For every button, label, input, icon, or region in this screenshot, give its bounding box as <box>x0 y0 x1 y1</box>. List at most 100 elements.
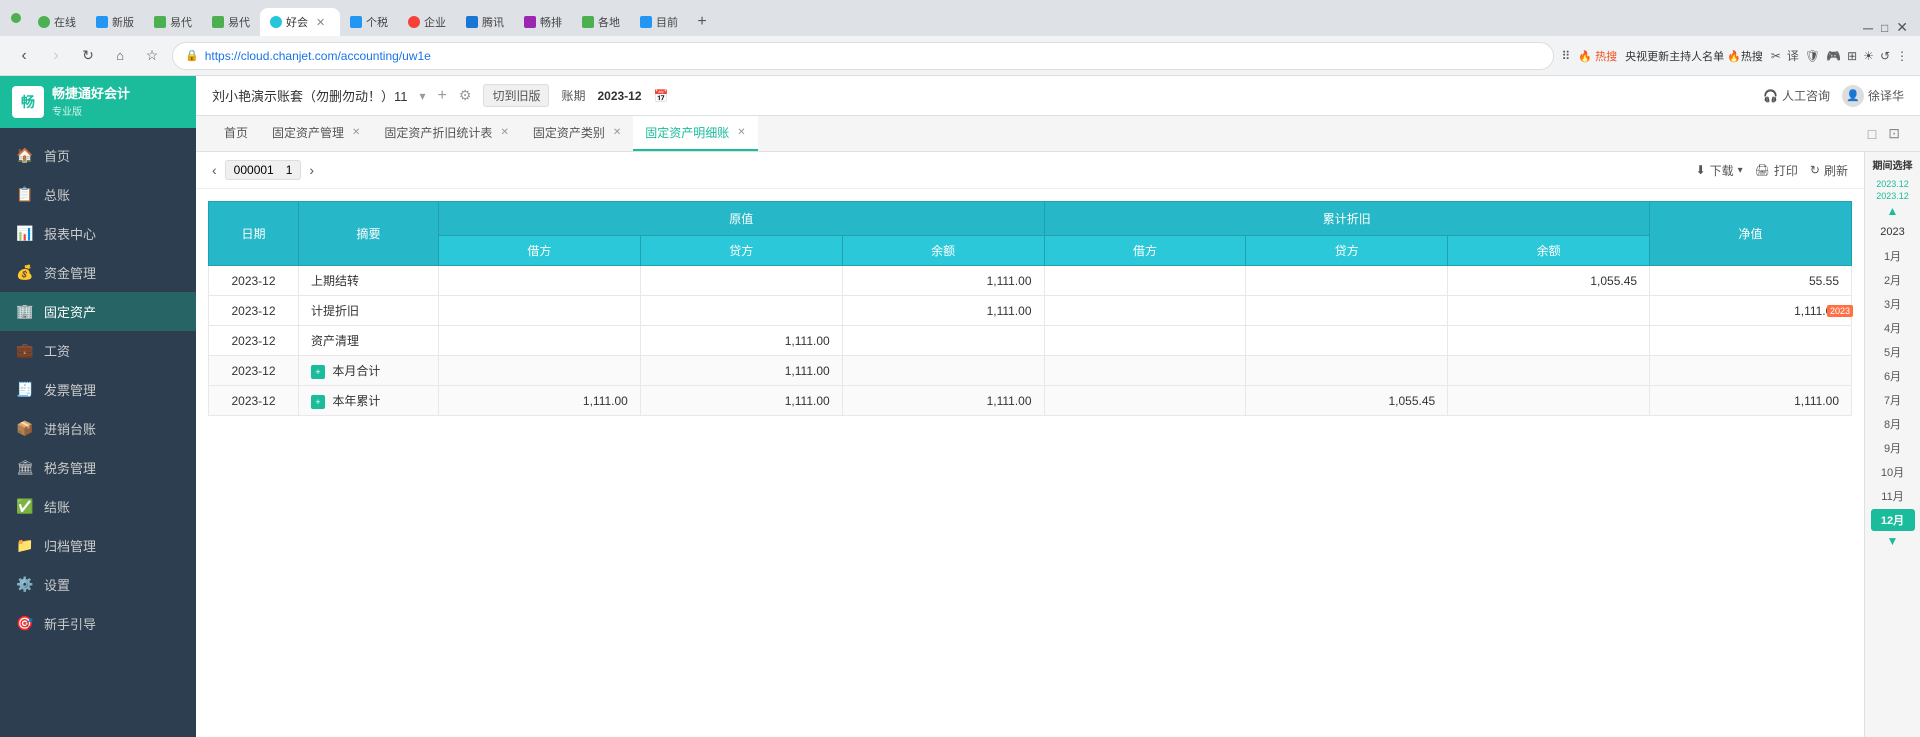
tab-collapse-button[interactable]: □ <box>1864 126 1880 142</box>
tab-close-depr-icon[interactable]: ✕ <box>500 127 508 138</box>
payroll-icon: 💼 <box>16 342 34 360</box>
home-button[interactable]: ⌂ <box>108 44 132 68</box>
scissors-icon[interactable]: ✂ <box>1771 49 1781 63</box>
period-item-year[interactable]: 2023 <box>1871 221 1915 243</box>
browser-tab-gedi[interactable]: 各地 <box>572 8 630 36</box>
sidebar-item-tax[interactable]: 🏛 税务管理 <box>0 448 196 487</box>
sidebar-title: 畅捷通好会计 <box>52 86 130 103</box>
add-company-button[interactable]: + <box>438 87 447 105</box>
period-item-jun[interactable]: 6月 <box>1871 365 1915 387</box>
consult-button[interactable]: 🎧 人工咨询 <box>1763 87 1830 104</box>
tab-close-mgmt-icon[interactable]: ✕ <box>352 127 360 138</box>
tab-depreciation-stats[interactable]: 固定资产折旧统计表 ✕ <box>372 116 520 151</box>
period-item-dec[interactable]: 12月 <box>1871 509 1915 531</box>
sidebar-item-inventory[interactable]: 📦 进销台账 <box>0 409 196 448</box>
sidebar-item-archive[interactable]: 📁 归档管理 <box>0 526 196 565</box>
browser-tab-tax[interactable]: 个税 <box>340 8 398 36</box>
settings-gear-icon: ⚙️ <box>16 576 34 594</box>
user-icon: 👤 <box>1842 85 1864 107</box>
period-selected-top: 2023.12 <box>1874 178 1911 190</box>
browser-tab-chang[interactable]: 畅排 <box>514 8 572 36</box>
period-item-may[interactable]: 5月 <box>1871 341 1915 363</box>
browser-tab-mubiao[interactable]: 目前 <box>630 8 688 36</box>
user-avatar[interactable]: 👤 徐译华 <box>1842 85 1904 107</box>
sidebar-item-payroll[interactable]: 💼 工资 <box>0 331 196 370</box>
sidebar-item-home[interactable]: 🏠 首页 <box>0 136 196 175</box>
assets-icon: 🏢 <box>16 303 34 321</box>
history-icon[interactable]: ↺ <box>1880 49 1890 63</box>
reload-button[interactable]: ↻ <box>76 44 100 68</box>
print-button[interactable]: 🖨 打印 <box>1755 162 1798 179</box>
prev-page-button[interactable]: ‹ <box>212 162 217 178</box>
period-item-feb[interactable]: 2月 <box>1871 269 1915 291</box>
bookmark-button[interactable]: ☆ <box>140 44 164 68</box>
th-date: 日期 <box>209 202 299 266</box>
browser-tab-yidai1[interactable]: 易代 <box>144 8 202 36</box>
sun-icon[interactable]: ☀ <box>1863 49 1874 63</box>
th-orig-balance: 余额 <box>842 236 1044 266</box>
refresh-button[interactable]: ↻ 刷新 <box>1810 162 1848 179</box>
browser-tab-tencent[interactable]: 腾讯 <box>456 8 514 36</box>
invoice-icon: 🧾 <box>16 381 34 399</box>
tab-asset-category[interactable]: 固定资产类别 ✕ <box>521 116 633 151</box>
period-scroll-up[interactable]: ▲ <box>1885 202 1901 220</box>
browser-tab-enterprise[interactable]: 企业 <box>398 8 456 36</box>
browser-tab-yidai2[interactable]: 易代 <box>202 8 260 36</box>
th-accumulated-dep: 累计折旧 <box>1044 202 1650 236</box>
game-icon[interactable]: 🎮 <box>1826 49 1841 63</box>
maximize-button[interactable]: □ <box>1881 21 1888 35</box>
period-item-aug[interactable]: 8月 <box>1871 413 1915 435</box>
sidebar-item-guide[interactable]: 🎯 新手引导 <box>0 604 196 643</box>
browser-menu-button[interactable]: ⠿ 🔥 热搜 央视更新主持人名单 🔥热搜 <box>1562 48 1763 64</box>
grid-icon[interactable]: ⊞ <box>1847 49 1857 63</box>
browser-tab-active[interactable]: 好会 ✕ <box>260 8 340 36</box>
sidebar-item-reports[interactable]: 📊 报表中心 <box>0 214 196 253</box>
th-dep-debit: 借方 <box>1044 236 1246 266</box>
table-row-annual: 2023-12 + 本年累计 1,111.00 1,111.00 1,111.0… <box>209 386 1852 416</box>
inventory-icon: 📦 <box>16 420 34 438</box>
address-bar[interactable]: 🔒 https://cloud.chanjet.com/accounting/u… <box>172 42 1554 70</box>
settings-button[interactable]: ⚙ <box>459 87 472 104</box>
period-scroll-down[interactable]: ▼ <box>1885 532 1901 550</box>
browser-tab-online[interactable]: 在线 <box>28 8 86 36</box>
period-item-sep[interactable]: 9月 <box>1871 437 1915 459</box>
tab-asset-ledger[interactable]: 固定资产明细账 ✕ <box>633 116 757 151</box>
tab-home[interactable]: 首页 <box>212 116 260 151</box>
forward-button[interactable]: › <box>44 44 68 68</box>
page-number-input[interactable]: 000001 1 <box>225 160 302 180</box>
period-item-apr[interactable]: 4月 <box>1871 317 1915 339</box>
translate-icon[interactable]: 译 <box>1787 47 1799 64</box>
new-tab-button[interactable]: + <box>688 8 716 36</box>
period-item-mar[interactable]: 3月 <box>1871 293 1915 315</box>
table-row-summary: 2023-12 + 本月合计 1,111.00 <box>209 356 1852 386</box>
calendar-icon[interactable]: 📅 <box>654 89 669 103</box>
switch-version-button[interactable]: 切到旧版 <box>483 84 549 107</box>
tab-fixed-asset-mgmt[interactable]: 固定资产管理 ✕ <box>260 116 372 151</box>
download-dropdown-icon[interactable]: ▾ <box>1738 165 1743 176</box>
settings-icon[interactable]: ⋮ <box>1896 49 1908 63</box>
period-item-jan[interactable]: 1月 <box>1871 245 1915 267</box>
year-badge: 2023 <box>1827 305 1853 317</box>
shield-icon[interactable]: 🛡 <box>1805 49 1820 63</box>
period-item-jul[interactable]: 7月 <box>1871 389 1915 411</box>
minimize-button[interactable]: ─ <box>1863 20 1873 36</box>
sidebar-item-settings[interactable]: ⚙️ 设置 <box>0 565 196 604</box>
tab-close-ledger-icon[interactable]: ✕ <box>737 127 745 138</box>
company-dropdown-icon[interactable]: ▾ <box>420 89 426 103</box>
next-page-button[interactable]: › <box>309 162 314 178</box>
sidebar-item-funds[interactable]: 💰 资金管理 <box>0 253 196 292</box>
period-item-oct[interactable]: 10月 <box>1871 461 1915 483</box>
sidebar-item-closing[interactable]: ✅ 结账 <box>0 487 196 526</box>
download-button[interactable]: ⬇ 下载 ▾ <box>1696 162 1743 179</box>
sidebar-item-ledger[interactable]: 📋 总账 <box>0 175 196 214</box>
period-value: 2023-12 <box>597 89 641 103</box>
close-button[interactable]: ✕ <box>1896 19 1908 36</box>
period-item-nov[interactable]: 11月 <box>1871 485 1915 507</box>
browser-tab-new[interactable]: 新版 <box>86 8 144 36</box>
back-button[interactable]: ‹ <box>12 44 36 68</box>
tab-close-cat-icon[interactable]: ✕ <box>613 127 621 138</box>
sidebar-item-invoice[interactable]: 🧾 发票管理 <box>0 370 196 409</box>
tab-expand-button[interactable]: ⊡ <box>1884 125 1904 142</box>
sidebar-item-fixed-assets[interactable]: 🏢 固定资产 <box>0 292 196 331</box>
tab-close-icon[interactable]: ✕ <box>316 16 325 29</box>
